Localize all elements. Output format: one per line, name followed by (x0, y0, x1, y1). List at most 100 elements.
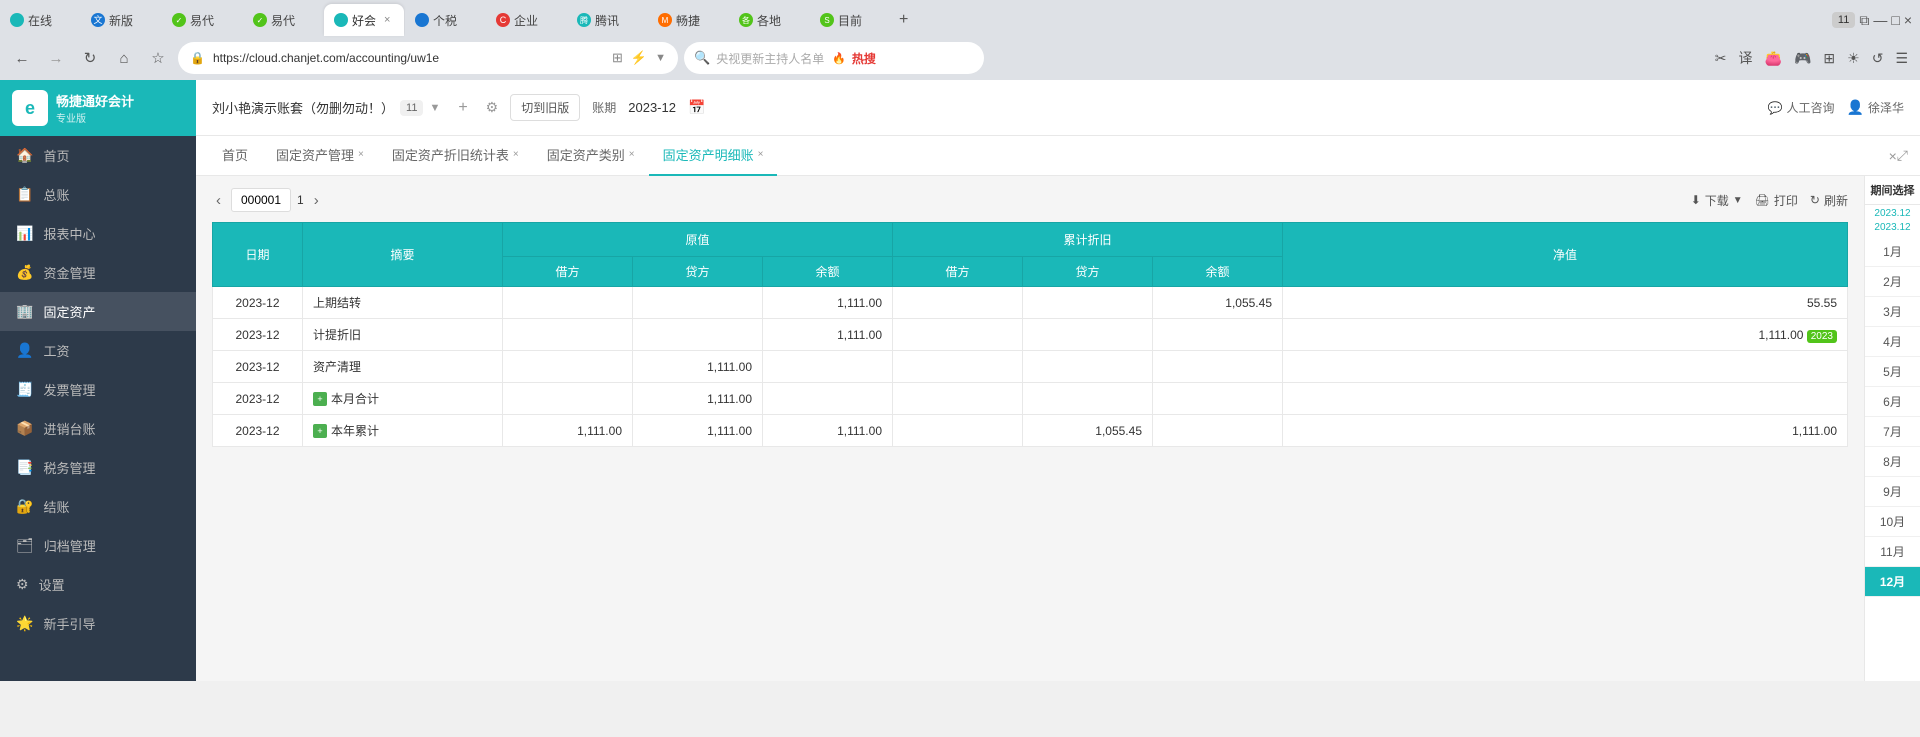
tab-fixed-assets-mgmt[interactable]: 固定资产管理 × (262, 136, 378, 176)
address-bar[interactable]: 🔒 https://cloud.chanjet.com/accounting/u… (178, 42, 678, 74)
browser-tab-8[interactable]: 腾 腾讯 (567, 4, 647, 36)
qr-icon[interactable]: ⊞ (612, 50, 623, 66)
history-btn[interactable]: ↺ (1868, 46, 1888, 71)
period-item-10月[interactable]: 10月 (1865, 507, 1920, 537)
company-selector[interactable]: 刘小艳演示账套（勿删勿动！） 11 ▼ (212, 98, 440, 117)
row-orig-debit (503, 287, 633, 319)
tab-close-4[interactable]: × (629, 149, 635, 160)
browser-tab-2[interactable]: 文 新版 (81, 4, 161, 36)
period-item-7月[interactable]: 7月 (1865, 417, 1920, 447)
browser-tab-6[interactable]: 个税 (405, 4, 485, 36)
sidebar-item-home[interactable]: 🏠 首页 (0, 136, 196, 175)
browser-tab-9[interactable]: M 畅捷 (648, 4, 728, 36)
tab-home[interactable]: 首页 (208, 136, 262, 176)
row-orig-debit: 1,111.00 (503, 415, 633, 447)
sidebar-item-tax[interactable]: 📑 税务管理 (0, 448, 196, 487)
nav-reload-btn[interactable]: ↻ (76, 44, 104, 72)
row-date: 2023-12 (213, 383, 303, 415)
period-item-9月[interactable]: 9月 (1865, 477, 1920, 507)
download-btn[interactable]: ⬇ 下载 ▼ (1691, 192, 1743, 209)
sidebar-item-fixed-assets[interactable]: 🏢 固定资产 (0, 292, 196, 331)
tab-11-label: 目前 (838, 12, 862, 29)
tab-close-2[interactable]: × (358, 149, 364, 160)
sidebar-item-guide[interactable]: 🌟 新手引导 (0, 604, 196, 643)
browser-tab-1[interactable]: 在线 (0, 4, 80, 36)
period-item-2月[interactable]: 2月 (1865, 267, 1920, 297)
nav-back-btn[interactable]: ← (8, 44, 36, 72)
calendar-icon[interactable]: 📅 (688, 99, 705, 116)
nav-home-btn[interactable]: ⌂ (110, 44, 138, 72)
new-tab-btn[interactable]: + (891, 4, 916, 36)
tab-asset-ledger[interactable]: 固定资产明细账 × (649, 136, 778, 176)
sidebar-item-settings[interactable]: ⚙ 设置 (0, 565, 196, 604)
scissor-btn[interactable]: ✂ (1711, 46, 1731, 71)
browser-tab-11[interactable]: S 目前 (810, 4, 890, 36)
nav-bookmark-btn[interactable]: ☆ (144, 44, 172, 72)
settings-company-btn[interactable]: ⚙ (486, 99, 499, 116)
menu-btn[interactable]: ☰ (1891, 46, 1912, 71)
period-item-8月[interactable]: 8月 (1865, 447, 1920, 477)
logo-icon: e (12, 90, 48, 126)
browser-tab-3[interactable]: ✓ 易代 (162, 4, 242, 36)
game-btn[interactable]: 🎮 (1790, 46, 1815, 71)
period-item-11月[interactable]: 11月 (1865, 537, 1920, 567)
lightning-icon[interactable]: ⚡ (631, 50, 647, 66)
period-item-5月[interactable]: 5月 (1865, 357, 1920, 387)
sidebar-item-invoice[interactable]: 🧾 发票管理 (0, 370, 196, 409)
brightness-btn[interactable]: ☀ (1843, 46, 1864, 71)
sidebar-item-reports[interactable]: 📊 报表中心 (0, 214, 196, 253)
page-next-btn[interactable]: › (310, 192, 323, 209)
logo-text: 畅捷通好会计 专业版 (56, 91, 134, 125)
sidebar-item-inventory[interactable]: 📦 进销台账 (0, 409, 196, 448)
browser-tab-5[interactable]: 好会 × (324, 4, 404, 36)
tab-asset-category[interactable]: 固定资产类别 × (533, 136, 649, 176)
row-accum-balance (1153, 415, 1283, 447)
company-dropdown-icon[interactable]: ▼ (429, 102, 440, 114)
row-orig-balance: 1,111.00 (763, 287, 893, 319)
search-bar[interactable]: 🔍 央视更新主持人名单 🔥 热搜 (684, 42, 984, 74)
consult-btn[interactable]: 💬 人工咨询 (1768, 99, 1835, 116)
tab-close-window-btn[interactable]: × (1889, 148, 1897, 164)
row-accum-debit (893, 319, 1023, 351)
user-avatar-btn[interactable]: 👤 徐泽华 (1847, 99, 1904, 116)
browser-tab-10[interactable]: 各 各地 (729, 4, 809, 36)
page-prev-btn[interactable]: ‹ (212, 192, 225, 209)
tab-close-5[interactable]: × (758, 149, 764, 160)
browser-tab-4[interactable]: ✓ 易代 (243, 4, 323, 36)
translate-btn[interactable]: 译 (1735, 44, 1757, 72)
period-item-12月[interactable]: 12月 (1865, 567, 1920, 597)
add-company-btn[interactable]: + (452, 97, 473, 119)
period-item-3月[interactable]: 3月 (1865, 297, 1920, 327)
window-new-btn[interactable]: ⧉ (1859, 12, 1869, 29)
browser-tab-7[interactable]: C 企业 (486, 4, 566, 36)
sidebar-item-closing[interactable]: 🔐 结账 (0, 487, 196, 526)
tab-5-close[interactable]: × (384, 14, 390, 26)
window-close-btn[interactable]: × (1904, 12, 1912, 28)
period-item-4月[interactable]: 4月 (1865, 327, 1920, 357)
row-accum-debit (893, 287, 1023, 319)
window-restore-btn[interactable]: □ (1891, 12, 1899, 28)
sidebar-item-funds[interactable]: 💰 资金管理 (0, 253, 196, 292)
period-item-6月[interactable]: 6月 (1865, 387, 1920, 417)
switch-version-btn[interactable]: 切到旧版 (510, 94, 580, 121)
grid-btn[interactable]: ⊞ (1819, 46, 1839, 71)
wallet-btn[interactable]: 👛 (1761, 46, 1786, 71)
period-item-1月[interactable]: 1月 (1865, 237, 1920, 267)
inventory-icon: 📦 (16, 420, 33, 437)
row-orig-balance (763, 351, 893, 383)
page-input[interactable] (231, 188, 291, 212)
refresh-btn[interactable]: ↻ 刷新 (1810, 192, 1848, 209)
window-minimize-btn[interactable]: — (1873, 12, 1887, 28)
sidebar-item-ledger[interactable]: 📋 总账 (0, 175, 196, 214)
print-btn[interactable]: 🖨 打印 (1755, 192, 1798, 209)
chevron-down-icon[interactable]: ▼ (655, 52, 666, 64)
tab-close-3[interactable]: × (513, 149, 519, 160)
ledger-toolbar: ‹ 1 › ⬇ 下载 ▼ 🖨 打印 (212, 188, 1848, 212)
tab-9-label: 畅捷 (676, 12, 700, 29)
tab-expand-btn[interactable]: ⤢ (1897, 147, 1908, 164)
th-orig-credit: 贷方 (633, 257, 763, 287)
tab-depreciation-stat[interactable]: 固定资产折旧统计表 × (378, 136, 533, 176)
sidebar-item-archive[interactable]: 🗂 归档管理 (0, 526, 196, 565)
nav-forward-btn[interactable]: → (42, 44, 70, 72)
sidebar-item-salary[interactable]: 👤 工资 (0, 331, 196, 370)
